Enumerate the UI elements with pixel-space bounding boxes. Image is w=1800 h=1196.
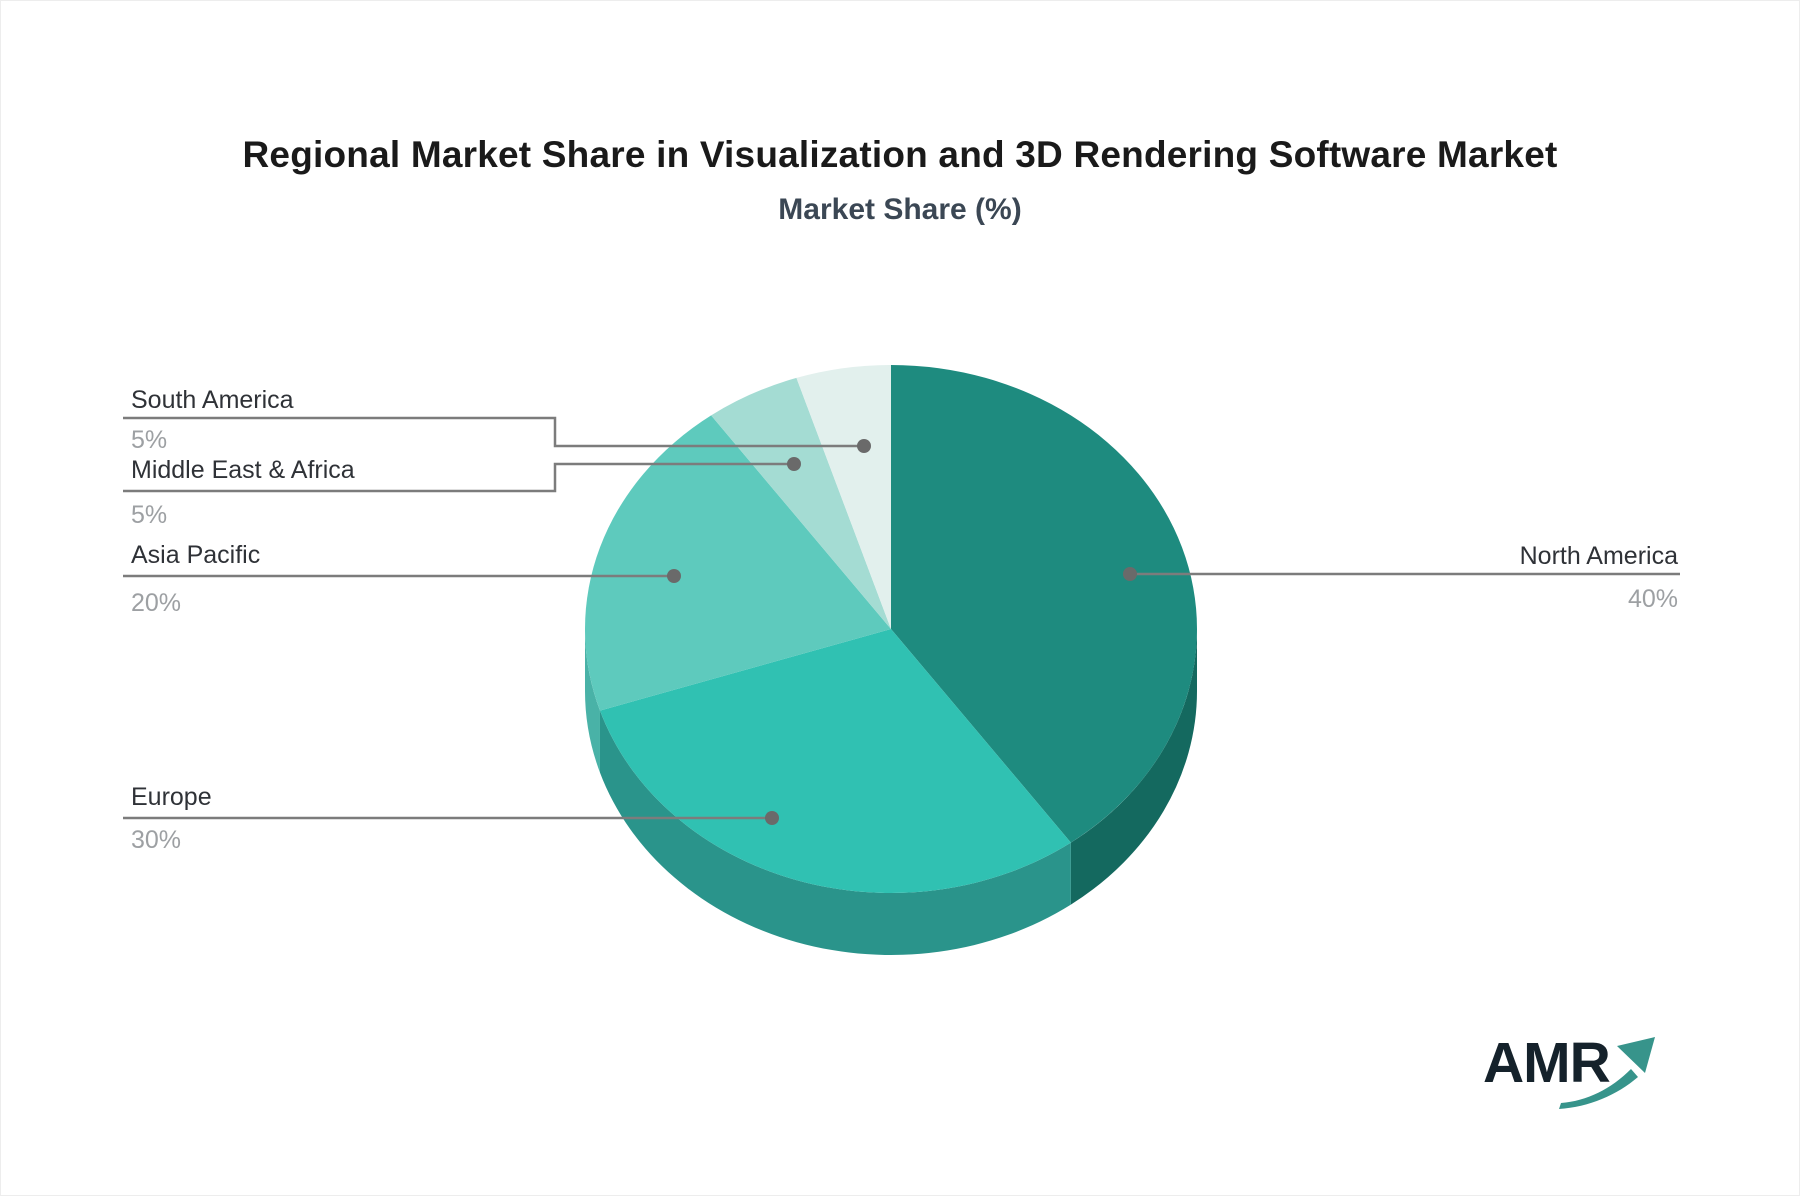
leader-dot-north-america [1123,567,1137,581]
slice-value-europe: 30% [131,826,182,854]
slice-label-north-america: North America [1519,542,1678,570]
slice-label-south-america: South America [131,386,294,414]
leader-dot-middle-east-africa [787,457,801,471]
amr-logo: AMR [1483,1035,1663,1115]
slice-value-north-america: 40% [1627,585,1678,613]
growth-arrow-icon [1559,1037,1655,1109]
chart-canvas: Regional Market Share in Visualization a… [0,0,1800,1196]
slice-label-middle-east-africa: Middle East & Africa [131,456,355,484]
slice-value-asia-pacific: 20% [131,589,182,617]
leader-dot-asia-pacific [667,569,681,583]
slice-value-middle-east-africa: 5% [131,501,168,529]
slice-label-europe: Europe [131,783,212,811]
pie-chart [123,365,1680,955]
slice-value-south-america: 5% [131,426,168,454]
leader-dot-europe [765,811,779,825]
slice-label-asia-pacific: Asia Pacific [131,541,261,569]
leader-dot-south-america [857,439,871,453]
